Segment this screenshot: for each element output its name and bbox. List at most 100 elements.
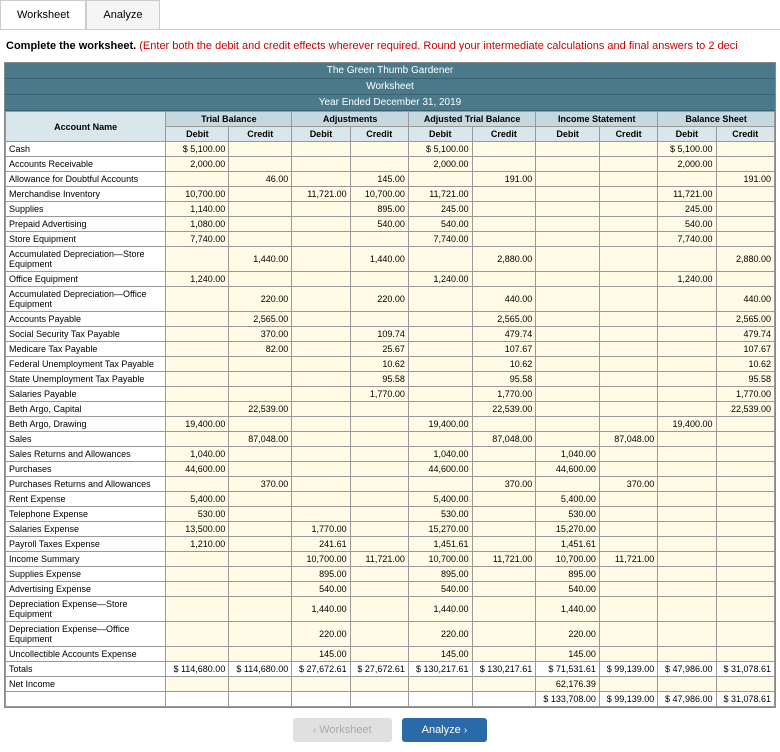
- value-cell[interactable]: [229, 677, 292, 692]
- value-cell[interactable]: 370.00: [599, 477, 657, 492]
- value-cell[interactable]: [716, 477, 774, 492]
- value-cell[interactable]: [658, 357, 716, 372]
- value-cell[interactable]: [229, 492, 292, 507]
- value-cell[interactable]: [472, 142, 536, 157]
- value-cell[interactable]: 19,400.00: [658, 417, 716, 432]
- value-cell[interactable]: 145.00: [536, 647, 600, 662]
- value-cell[interactable]: [658, 327, 716, 342]
- value-cell[interactable]: 87,048.00: [472, 432, 536, 447]
- value-cell[interactable]: [716, 522, 774, 537]
- value-cell[interactable]: [472, 417, 536, 432]
- value-cell[interactable]: 82.00: [229, 342, 292, 357]
- value-cell[interactable]: [166, 567, 229, 582]
- value-cell[interactable]: 10,700.00: [408, 552, 472, 567]
- value-cell[interactable]: [166, 622, 229, 647]
- value-cell[interactable]: [166, 342, 229, 357]
- tab-analyze[interactable]: Analyze: [86, 0, 159, 29]
- value-cell[interactable]: 10.62: [350, 357, 408, 372]
- value-cell[interactable]: [472, 217, 536, 232]
- value-cell[interactable]: [716, 462, 774, 477]
- value-cell[interactable]: [472, 447, 536, 462]
- value-cell[interactable]: 1,451.61: [408, 537, 472, 552]
- value-cell[interactable]: [408, 372, 472, 387]
- value-cell[interactable]: [292, 462, 350, 477]
- value-cell[interactable]: 44,600.00: [536, 462, 600, 477]
- value-cell[interactable]: 1,040.00: [536, 447, 600, 462]
- value-cell[interactable]: 2,565.00: [472, 312, 536, 327]
- value-cell[interactable]: 145.00: [408, 647, 472, 662]
- value-cell[interactable]: [536, 372, 600, 387]
- value-cell[interactable]: [599, 492, 657, 507]
- value-cell[interactable]: [350, 567, 408, 582]
- value-cell[interactable]: 46.00: [229, 172, 292, 187]
- value-cell[interactable]: 1,040.00: [408, 447, 472, 462]
- value-cell[interactable]: [472, 232, 536, 247]
- value-cell[interactable]: 5,400.00: [408, 492, 472, 507]
- value-cell[interactable]: [472, 647, 536, 662]
- value-cell[interactable]: [716, 567, 774, 582]
- value-cell[interactable]: [472, 462, 536, 477]
- value-cell[interactable]: 1,240.00: [658, 272, 716, 287]
- value-cell[interactable]: [658, 567, 716, 582]
- value-cell[interactable]: [408, 312, 472, 327]
- value-cell[interactable]: [599, 157, 657, 172]
- value-cell[interactable]: [229, 157, 292, 172]
- value-cell[interactable]: [229, 582, 292, 597]
- value-cell[interactable]: [658, 522, 716, 537]
- value-cell[interactable]: [229, 217, 292, 232]
- value-cell[interactable]: 540.00: [408, 582, 472, 597]
- value-cell[interactable]: [166, 172, 229, 187]
- value-cell[interactable]: 44,600.00: [166, 462, 229, 477]
- value-cell[interactable]: 2,000.00: [166, 157, 229, 172]
- value-cell[interactable]: [536, 217, 600, 232]
- value-cell[interactable]: [536, 247, 600, 272]
- value-cell[interactable]: 145.00: [292, 647, 350, 662]
- value-cell[interactable]: [229, 522, 292, 537]
- value-cell[interactable]: [599, 537, 657, 552]
- value-cell[interactable]: [229, 357, 292, 372]
- value-cell[interactable]: 5,400.00: [166, 492, 229, 507]
- value-cell[interactable]: [599, 647, 657, 662]
- value-cell[interactable]: [536, 172, 600, 187]
- value-cell[interactable]: 10.62: [472, 357, 536, 372]
- value-cell[interactable]: 22,539.00: [472, 402, 536, 417]
- value-cell[interactable]: [658, 552, 716, 567]
- value-cell[interactable]: 107.67: [472, 342, 536, 357]
- value-cell[interactable]: [292, 677, 350, 692]
- value-cell[interactable]: [292, 327, 350, 342]
- value-cell[interactable]: 1,440.00: [292, 597, 350, 622]
- value-cell[interactable]: [350, 272, 408, 287]
- value-cell[interactable]: [292, 232, 350, 247]
- value-cell[interactable]: 109.74: [350, 327, 408, 342]
- value-cell[interactable]: [472, 492, 536, 507]
- value-cell[interactable]: [599, 342, 657, 357]
- value-cell[interactable]: 10,700.00: [292, 552, 350, 567]
- value-cell[interactable]: [658, 677, 716, 692]
- value-cell[interactable]: [350, 492, 408, 507]
- value-cell[interactable]: [658, 647, 716, 662]
- value-cell[interactable]: 87,048.00: [229, 432, 292, 447]
- value-cell[interactable]: [166, 247, 229, 272]
- value-cell[interactable]: [599, 142, 657, 157]
- value-cell[interactable]: 241.61: [292, 537, 350, 552]
- value-cell[interactable]: [229, 552, 292, 567]
- value-cell[interactable]: 479.74: [472, 327, 536, 342]
- value-cell[interactable]: [408, 677, 472, 692]
- value-cell[interactable]: 220.00: [292, 622, 350, 647]
- value-cell[interactable]: [536, 187, 600, 202]
- value-cell[interactable]: 1,440.00: [408, 597, 472, 622]
- value-cell[interactable]: [292, 287, 350, 312]
- value-cell[interactable]: 22,539.00: [229, 402, 292, 417]
- value-cell[interactable]: [599, 447, 657, 462]
- value-cell[interactable]: [599, 287, 657, 312]
- value-cell[interactable]: 530.00: [166, 507, 229, 522]
- value-cell[interactable]: 895.00: [536, 567, 600, 582]
- value-cell[interactable]: [536, 287, 600, 312]
- value-cell[interactable]: [716, 187, 774, 202]
- value-cell[interactable]: 1,440.00: [350, 247, 408, 272]
- value-cell[interactable]: 19,400.00: [166, 417, 229, 432]
- value-cell[interactable]: [350, 622, 408, 647]
- value-cell[interactable]: [229, 507, 292, 522]
- value-cell[interactable]: [536, 142, 600, 157]
- value-cell[interactable]: [408, 387, 472, 402]
